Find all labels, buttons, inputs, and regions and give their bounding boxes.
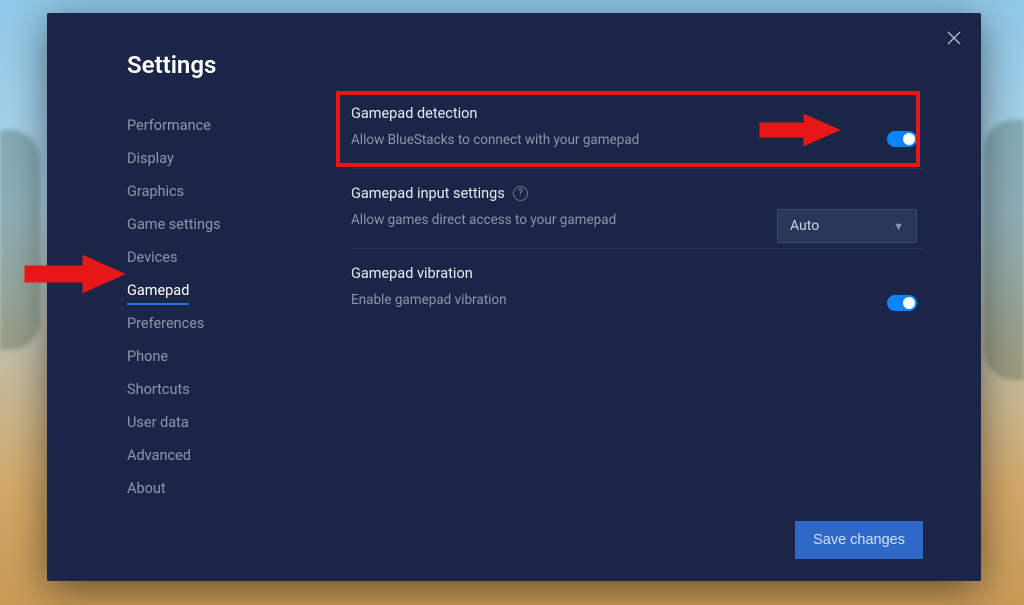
sidebar-item-label: User data — [127, 414, 189, 431]
section-heading: Gamepad vibration — [351, 265, 925, 282]
sidebar-item-display[interactable]: Display — [127, 142, 174, 175]
help-icon[interactable]: ? — [513, 186, 528, 201]
section-heading-text: Gamepad input settings — [351, 185, 505, 202]
sidebar-item-label: Devices — [127, 249, 177, 266]
sidebar-item-shortcuts[interactable]: Shortcuts — [127, 373, 190, 406]
section-gamepad-detection: Gamepad detection Allow BlueStacks to co… — [351, 95, 925, 169]
sidebar-item-label: Graphics — [127, 183, 184, 200]
sidebar-item-advanced[interactable]: Advanced — [127, 439, 191, 472]
settings-modal: Settings Performance Display Graphics Ga… — [47, 13, 981, 581]
gamepad-input-select[interactable]: Auto ▼ — [777, 209, 917, 243]
select-value: Auto — [790, 218, 819, 234]
section-heading: Gamepad detection — [351, 105, 925, 122]
section-description: Enable gamepad vibration — [351, 292, 925, 308]
sidebar-item-graphics[interactable]: Graphics — [127, 175, 184, 208]
section-description: Allow BlueStacks to connect with your ga… — [351, 132, 925, 148]
sidebar-item-label: Shortcuts — [127, 381, 190, 398]
sidebar-item-label: Game settings — [127, 216, 221, 233]
gamepad-vibration-toggle[interactable] — [887, 295, 917, 311]
sidebar-item-performance[interactable]: Performance — [127, 109, 211, 142]
sidebar-item-about[interactable]: About — [127, 472, 166, 505]
section-gamepad-vibration: Gamepad vibration Enable gamepad vibrati… — [351, 249, 925, 328]
gamepad-detection-toggle[interactable] — [887, 131, 917, 147]
wallpaper-foliage-right — [984, 120, 1024, 380]
sidebar-item-user-data[interactable]: User data — [127, 406, 189, 439]
section-heading: Gamepad input settings ? — [351, 185, 925, 202]
wallpaper-foliage-left — [0, 130, 40, 350]
settings-content: Gamepad detection Allow BlueStacks to co… — [351, 95, 925, 328]
page-title: Settings — [127, 51, 216, 79]
settings-sidebar: Performance Display Graphics Game settin… — [127, 109, 307, 505]
sidebar-item-label: Phone — [127, 348, 168, 365]
close-button[interactable] — [943, 27, 965, 49]
sidebar-item-devices[interactable]: Devices — [127, 241, 177, 274]
sidebar-item-label: Performance — [127, 117, 211, 134]
sidebar-item-label: Advanced — [127, 447, 191, 464]
sidebar-item-label: About — [127, 480, 166, 497]
close-icon — [947, 31, 961, 45]
chevron-down-icon: ▼ — [893, 220, 904, 233]
section-gamepad-input: Gamepad input settings ? Allow games dir… — [351, 169, 925, 249]
save-changes-button[interactable]: Save changes — [795, 521, 923, 559]
sidebar-item-phone[interactable]: Phone — [127, 340, 168, 373]
sidebar-item-game-settings[interactable]: Game settings — [127, 208, 221, 241]
sidebar-item-label: Display — [127, 150, 174, 167]
sidebar-item-label: Preferences — [127, 315, 204, 332]
sidebar-item-gamepad[interactable]: Gamepad — [127, 274, 189, 307]
sidebar-item-preferences[interactable]: Preferences — [127, 307, 204, 340]
sidebar-item-label: Gamepad — [127, 282, 189, 299]
